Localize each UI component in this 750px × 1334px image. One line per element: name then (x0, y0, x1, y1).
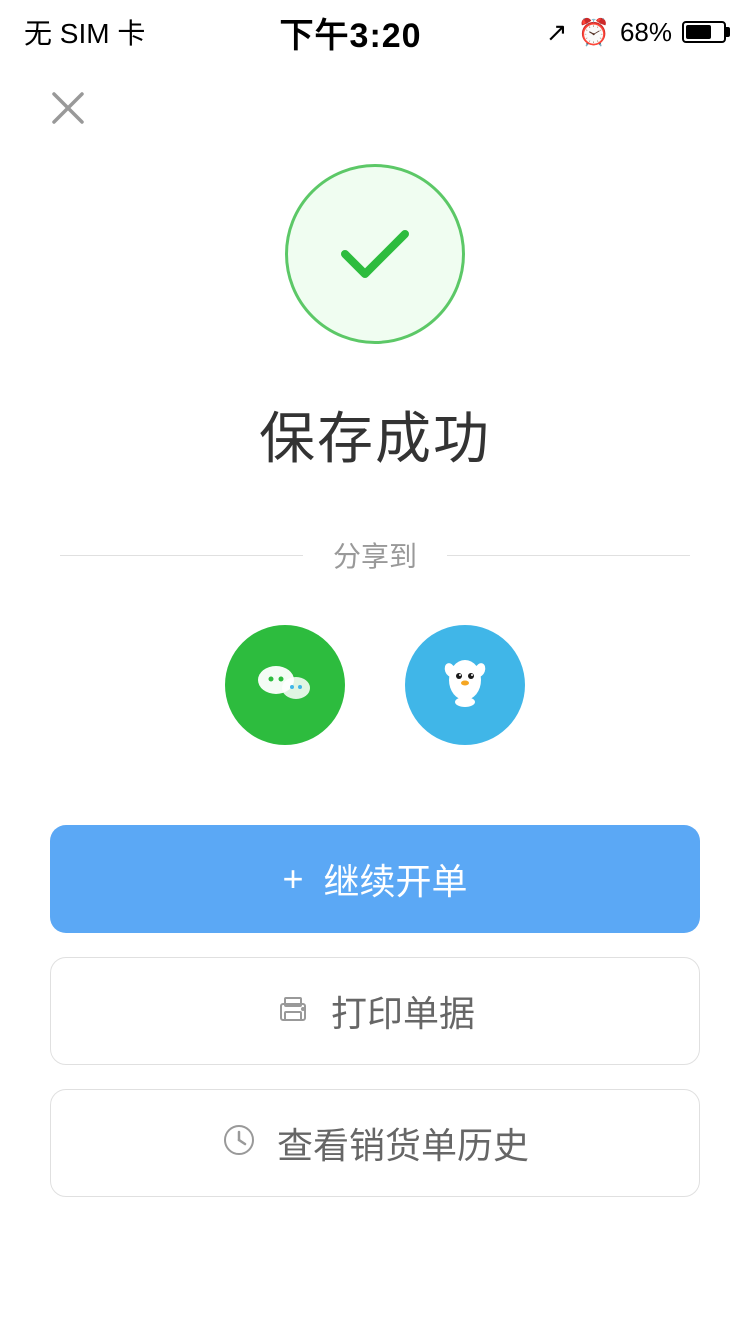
continue-order-label: 继续开单 (324, 853, 468, 905)
share-icons-row (225, 625, 525, 745)
history-button[interactable]: 查看销货单历史 (50, 1089, 700, 1197)
qq-icon (430, 650, 500, 720)
divider-left (60, 555, 303, 556)
alarm-icon: ⏰ (578, 17, 610, 48)
battery-text: 68% (620, 17, 672, 48)
clock-icon (221, 1122, 257, 1164)
status-left: 无 SIM 卡 (24, 12, 155, 52)
print-button[interactable]: 打印单据 (50, 957, 700, 1065)
status-right: ↗ ⏰ 68% (546, 17, 726, 48)
share-divider-row: 分享到 (0, 535, 750, 575)
carrier-text: 无 SIM 卡 (24, 12, 145, 52)
share-label: 分享到 (303, 535, 447, 575)
checkmark-icon (330, 209, 420, 299)
history-label: 查看销货单历史 (277, 1117, 529, 1169)
main-content: 保存成功 分享到 (0, 64, 750, 1197)
success-title: 保存成功 (259, 394, 491, 475)
battery-icon (682, 21, 726, 43)
location-icon: ↗ (546, 17, 568, 48)
print-label: 打印单据 (331, 985, 475, 1037)
plus-icon: + (282, 861, 303, 897)
status-time: 下午3:20 (280, 8, 422, 57)
wechat-icon (250, 650, 320, 720)
continue-order-button[interactable]: + 继续开单 (50, 825, 700, 933)
status-bar: 无 SIM 卡 下午3:20 ↗ ⏰ 68% (0, 0, 750, 64)
divider-right (447, 555, 690, 556)
actions-section: + 继续开单 打印单据 (0, 825, 750, 1197)
success-circle (285, 164, 465, 344)
wechat-share-button[interactable] (225, 625, 345, 745)
share-section: 分享到 (0, 535, 750, 745)
printer-icon (275, 990, 311, 1032)
qq-share-button[interactable] (405, 625, 525, 745)
close-button[interactable] (40, 80, 96, 136)
